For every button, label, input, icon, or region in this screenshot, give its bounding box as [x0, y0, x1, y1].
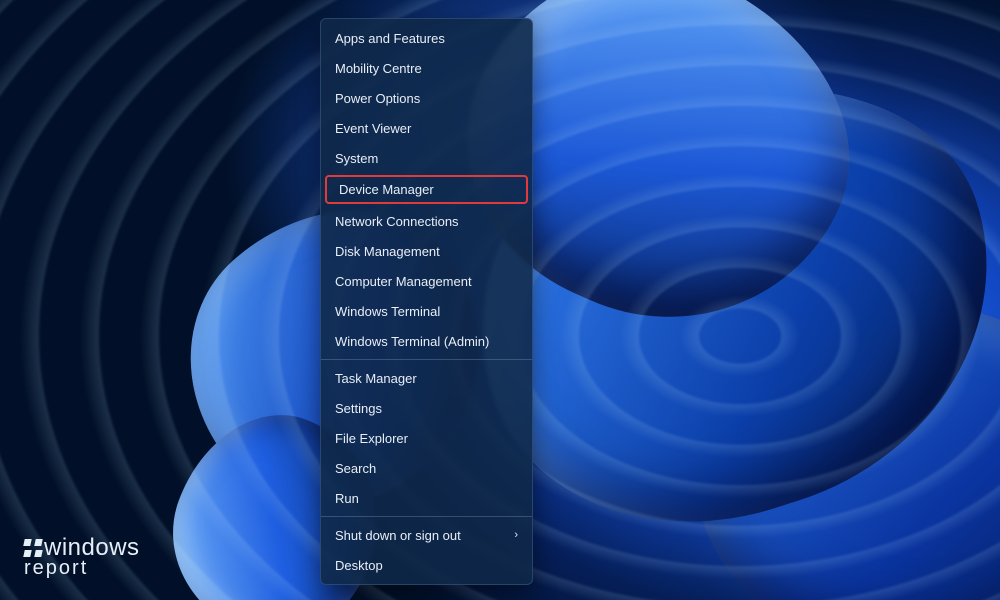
- menu-item-label: Run: [335, 492, 359, 505]
- menu-item-desktop[interactable]: Desktop: [321, 550, 532, 580]
- menu-item-computer-management[interactable]: Computer Management: [321, 266, 532, 296]
- menu-item-system[interactable]: System: [321, 143, 532, 173]
- menu-item-windows-terminal[interactable]: Windows Terminal: [321, 296, 532, 326]
- menu-item-label: Search: [335, 462, 376, 475]
- menu-item-label: File Explorer: [335, 432, 408, 445]
- winx-context-menu[interactable]: Apps and Features Mobility Centre Power Op…: [320, 18, 533, 585]
- watermark: windows report: [24, 536, 140, 578]
- menu-item-search[interactable]: Search: [321, 453, 532, 483]
- menu-item-label: Settings: [335, 402, 382, 415]
- menu-item-network-connections[interactable]: Network Connections: [321, 206, 532, 236]
- menu-item-label: Event Viewer: [335, 122, 411, 135]
- windows-logo-icon: [24, 539, 42, 557]
- menu-item-run[interactable]: Run: [321, 483, 532, 513]
- menu-item-apps-and-features[interactable]: Apps and Features: [321, 23, 532, 53]
- menu-item-settings[interactable]: Settings: [321, 393, 532, 423]
- menu-item-windows-terminal-admin[interactable]: Windows Terminal (Admin): [321, 326, 532, 356]
- watermark-text-2: report: [24, 558, 140, 578]
- menu-item-device-manager[interactable]: Device Manager: [325, 175, 528, 204]
- menu-item-label: System: [335, 152, 378, 165]
- chevron-right-icon: ›: [514, 530, 518, 541]
- menu-item-disk-management[interactable]: Disk Management: [321, 236, 532, 266]
- menu-item-mobility-centre[interactable]: Mobility Centre: [321, 53, 532, 83]
- menu-item-file-explorer[interactable]: File Explorer: [321, 423, 532, 453]
- menu-separator: [321, 516, 532, 517]
- menu-item-label: Apps and Features: [335, 32, 445, 45]
- menu-item-label: Mobility Centre: [335, 62, 422, 75]
- menu-item-power-options[interactable]: Power Options: [321, 83, 532, 113]
- menu-item-label: Desktop: [335, 559, 383, 572]
- menu-item-label: Windows Terminal (Admin): [335, 335, 489, 348]
- menu-item-label: Power Options: [335, 92, 420, 105]
- menu-item-label: Shut down or sign out: [335, 529, 461, 542]
- menu-separator: [321, 359, 532, 360]
- menu-item-label: Disk Management: [335, 245, 440, 258]
- menu-item-label: Device Manager: [339, 183, 434, 196]
- menu-item-event-viewer[interactable]: Event Viewer: [321, 113, 532, 143]
- menu-item-label: Windows Terminal: [335, 305, 440, 318]
- wallpaper-petal: [665, 260, 1000, 600]
- menu-item-shut-down-or-sign-out[interactable]: Shut down or sign out ›: [321, 520, 532, 550]
- menu-item-label: Network Connections: [335, 215, 459, 228]
- menu-item-task-manager[interactable]: Task Manager: [321, 363, 532, 393]
- menu-item-label: Computer Management: [335, 275, 472, 288]
- menu-item-label: Task Manager: [335, 372, 417, 385]
